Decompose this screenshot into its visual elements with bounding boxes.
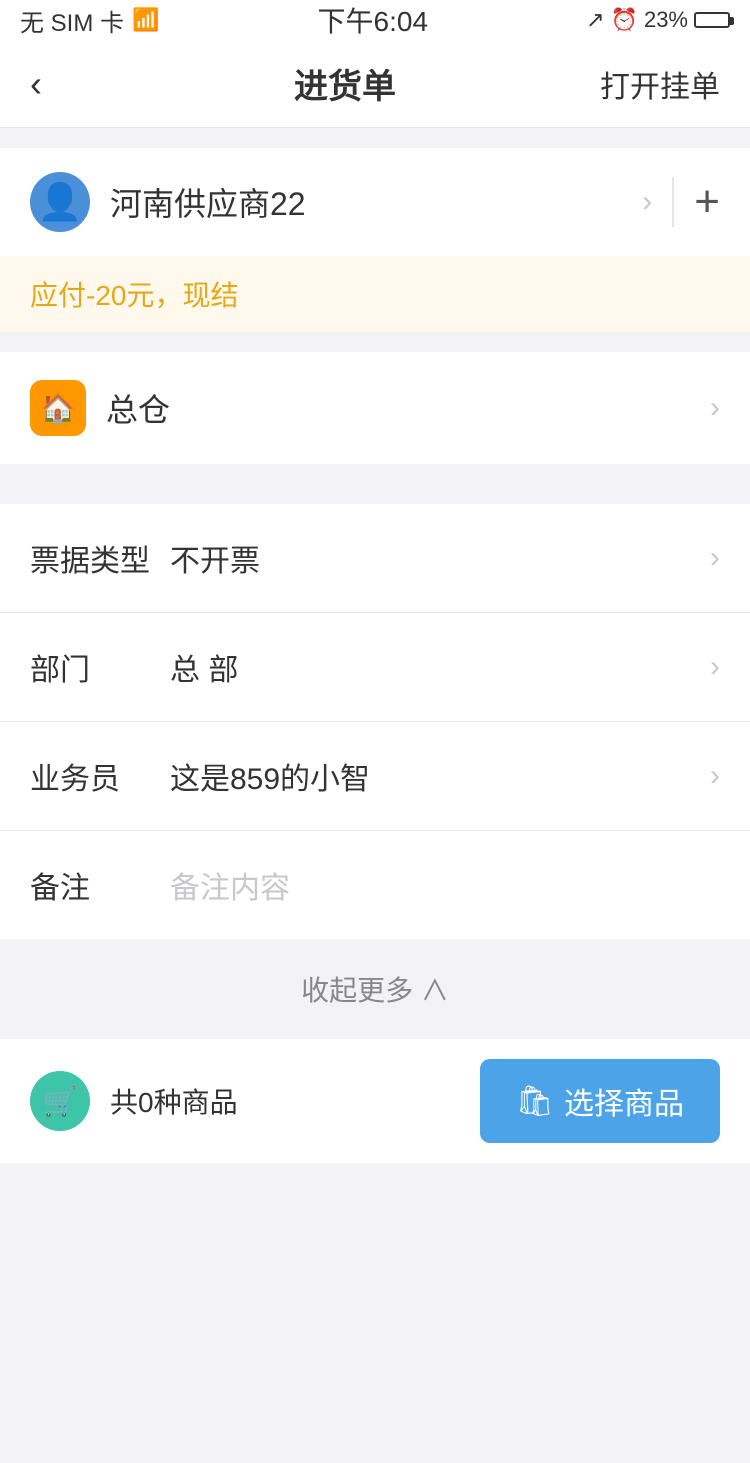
section-gap-3 [0, 464, 750, 484]
add-supplier-button[interactable]: + [694, 180, 720, 224]
department-chevron-icon: › [710, 650, 720, 684]
goods-count: 共0种商品 [110, 1081, 460, 1121]
department-row[interactable]: 部门 总 部 › [0, 612, 750, 721]
invoice-type-label: 票据类型 [30, 536, 150, 580]
warehouse-row[interactable]: 🏠 总仓 › [0, 352, 750, 464]
collapse-label: 收起更多 ∧ [301, 969, 449, 1009]
invoice-type-row[interactable]: 票据类型 不开票 › [0, 504, 750, 612]
supplier-row[interactable]: 👤 河南供应商22 › + [0, 148, 750, 256]
remark-row[interactable]: 备注 备注内容 [0, 830, 750, 939]
supplier-avatar: 👤 [30, 172, 90, 232]
warehouse-name: 总仓 [106, 385, 710, 431]
nav-bar: ‹ 进货单 打开挂单 [0, 40, 750, 128]
back-button[interactable]: ‹ [30, 63, 90, 105]
select-goods-label: 选择商品 [564, 1079, 684, 1123]
salesperson-row[interactable]: 业务员 这是859的小智 › [0, 721, 750, 830]
open-pending-button[interactable]: 打开挂单 [600, 62, 720, 106]
department-label: 部门 [30, 645, 150, 689]
warehouse-icon: 🏠 [30, 380, 86, 436]
battery-text: 23% [644, 7, 688, 33]
status-carrier: 无 SIM 卡 📶 [20, 3, 159, 38]
page-title: 进货单 [294, 59, 396, 108]
status-time: 下午6:04 [318, 0, 429, 40]
goods-icon: 🛒 [30, 1071, 90, 1131]
supplier-divider [672, 177, 674, 227]
select-goods-icon: 🛍 [516, 1084, 554, 1119]
status-bar: 无 SIM 卡 📶 下午6:04 ↗ ⏰ 23% [0, 0, 750, 40]
warehouse-chevron-icon: › [710, 391, 720, 425]
status-right: ↗ ⏰ 23% [586, 7, 730, 33]
remark-label: 备注 [30, 863, 150, 907]
department-value: 总 部 [150, 645, 710, 689]
supplier-chevron-icon: › [642, 185, 652, 219]
supplier-name: 河南供应商22 [110, 179, 642, 225]
page-background [0, 1163, 750, 1463]
supplier-section: 👤 河南供应商22 › + 应付-20元，现结 [0, 148, 750, 332]
select-goods-button[interactable]: 🛍 选择商品 [480, 1059, 720, 1143]
salesperson-chevron-icon: › [710, 759, 720, 793]
form-section: 票据类型 不开票 › 部门 总 部 › 业务员 这是859的小智 › 备注 备注… [0, 504, 750, 939]
salesperson-value: 这是859的小智 [150, 754, 710, 798]
invoice-type-value: 不开票 [150, 536, 710, 580]
wifi-icon: 📶 [132, 7, 159, 33]
alarm-icon: ⏰ [611, 7, 638, 33]
location-icon: ↗ [586, 7, 604, 33]
avatar-icon: 👤 [38, 181, 83, 223]
collapse-row[interactable]: 收起更多 ∧ [0, 939, 750, 1039]
carrier-text: 无 SIM 卡 [20, 3, 124, 38]
section-gap-1 [0, 128, 750, 148]
battery-icon [694, 12, 730, 28]
invoice-type-chevron-icon: › [710, 541, 720, 575]
remark-placeholder: 备注内容 [150, 863, 720, 907]
bottom-bar: 🛒 共0种商品 🛍 选择商品 [0, 1039, 750, 1163]
section-gap-2 [0, 332, 750, 352]
warehouse-section: 🏠 总仓 › [0, 352, 750, 464]
payment-notice: 应付-20元，现结 [0, 256, 750, 332]
salesperson-label: 业务员 [30, 754, 150, 798]
